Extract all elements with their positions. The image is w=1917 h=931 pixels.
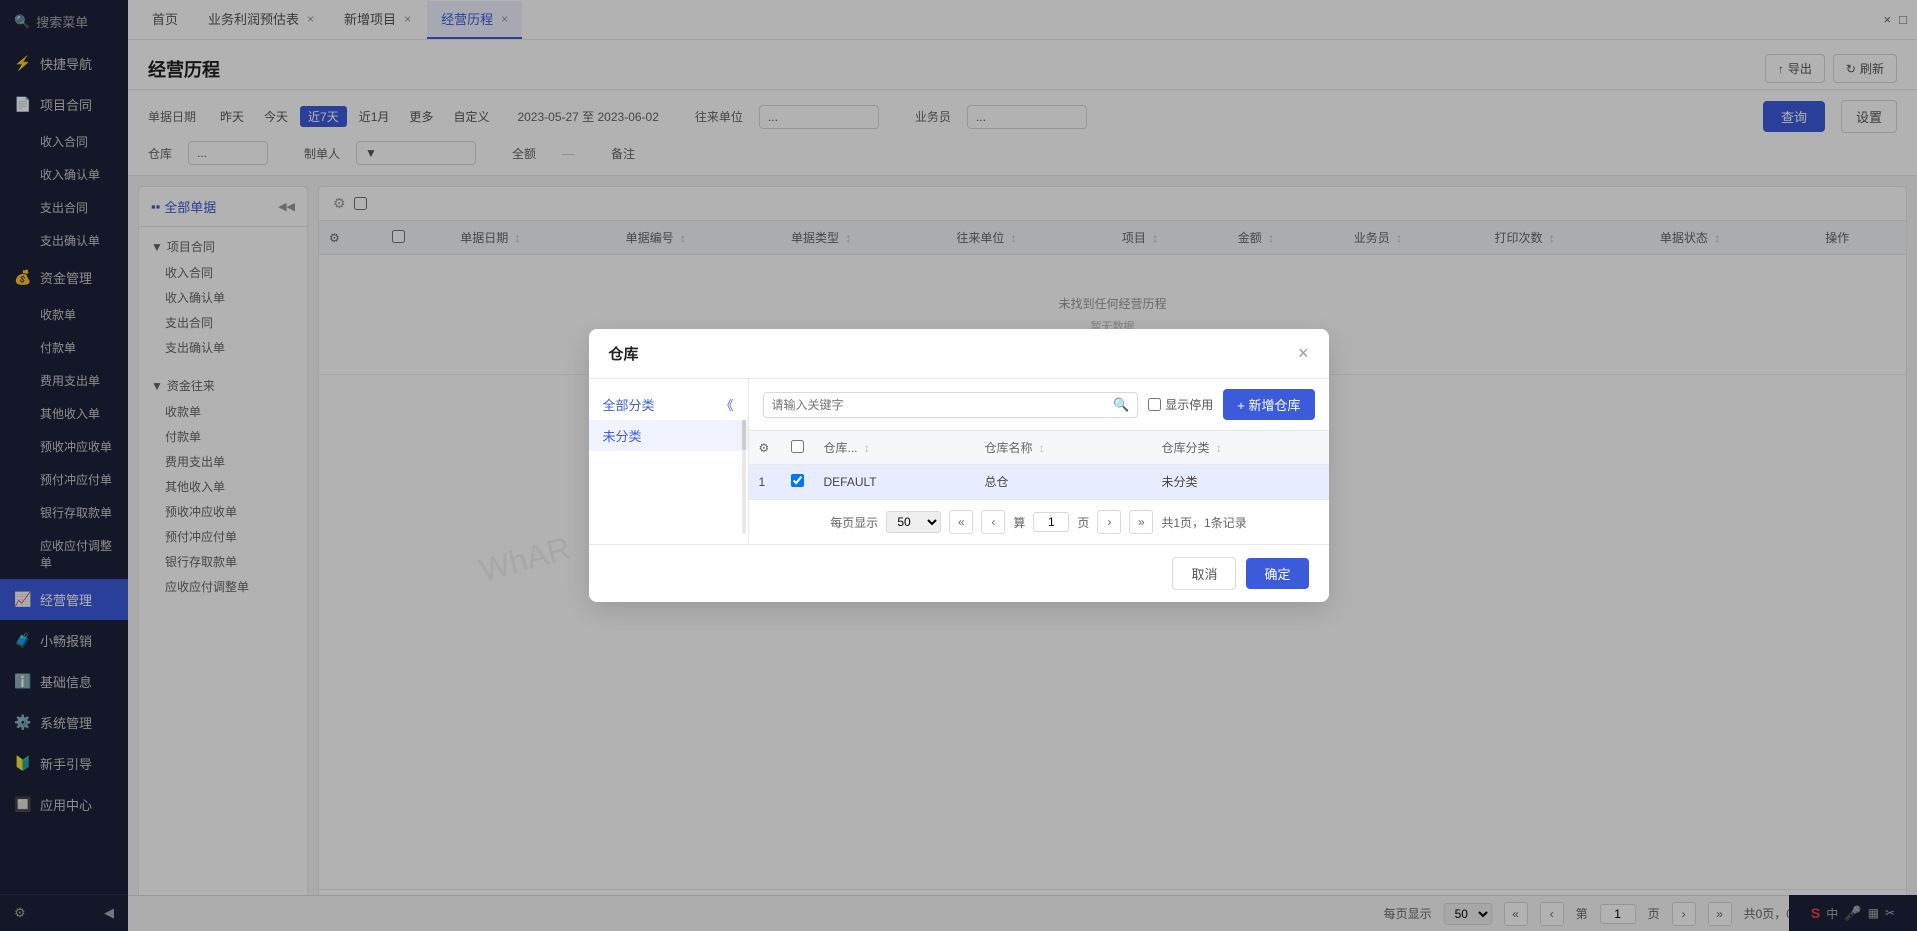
modal-first-btn[interactable]: « (949, 510, 973, 534)
modal-body: 全部分类 《 未分类 (589, 379, 1329, 544)
show-disabled-checkbox[interactable] (1148, 398, 1161, 411)
modal-footer: 取消 确定 (589, 544, 1329, 602)
row-seq: 1 (749, 465, 781, 499)
row-checkbox-cell (781, 465, 814, 499)
all-category-label: 全部分类 (603, 395, 655, 414)
add-warehouse-button[interactable]: + 新增仓库 (1223, 389, 1314, 420)
modal-category-header[interactable]: 全部分类 《 (589, 389, 748, 420)
modal-go-label: 算 (1013, 514, 1025, 531)
modal-overlay[interactable]: 仓库 × 全部分类 《 未分类 (0, 0, 1917, 931)
modal-page-input[interactable] (1033, 512, 1069, 532)
modal-table-head: ⚙ 仓库... ↕ 仓库名称 ↕ (749, 431, 1329, 465)
modal-search-icon: 🔍 (1113, 397, 1129, 413)
row-code: DEFAULT (814, 465, 975, 499)
modal-th-name: 仓库名称 ↕ (975, 431, 1152, 465)
category-label: 未分类 (603, 429, 642, 444)
modal-title: 仓库 (609, 343, 639, 364)
modal-th-settings: ⚙ (749, 431, 781, 465)
modal-total-label: 共1页，1条记录 (1161, 514, 1246, 531)
modal-right-panel: 🔍 显示停用 + 新增仓库 ⚙ (749, 379, 1329, 544)
show-disabled-text: 显示停用 (1165, 396, 1213, 413)
modal-th-category: 仓库分类 ↕ (1152, 431, 1329, 465)
row-name: 总仓 (975, 465, 1152, 499)
show-disabled-label[interactable]: 显示停用 (1148, 396, 1213, 413)
modal-prev-btn[interactable]: ‹ (981, 510, 1005, 534)
modal-left-panel: 全部分类 《 未分类 (589, 379, 749, 544)
modal-pagination: 每页显示 50 100 « ‹ 算 页 › » 共1页，1条记录 (749, 499, 1329, 544)
modal-toolbar: 🔍 显示停用 + 新增仓库 (749, 379, 1329, 431)
modal-search-input[interactable] (772, 398, 1114, 412)
modal-table-body: 1 DEFAULT 总仓 未分类 (749, 465, 1329, 499)
modal-page-label: 页 (1077, 514, 1089, 531)
modal-table: ⚙ 仓库... ↕ 仓库名称 ↕ (749, 431, 1329, 499)
left-scroll-thumb[interactable] (742, 420, 746, 450)
modal-page-size-select[interactable]: 50 100 (886, 511, 941, 533)
modal-per-page-label: 每页显示 (830, 514, 878, 531)
modal-th-code: 仓库... ↕ (814, 431, 975, 465)
cancel-button[interactable]: 取消 (1172, 557, 1236, 590)
modal-search-box[interactable]: 🔍 (763, 392, 1139, 418)
left-scroll-track (742, 420, 746, 534)
collapse-left-icon[interactable]: 《 (720, 395, 733, 414)
modal-header: 仓库 × (589, 329, 1329, 379)
table-row[interactable]: 1 DEFAULT 总仓 未分类 (749, 465, 1329, 499)
modal-category-unclassified[interactable]: 未分类 (589, 420, 748, 451)
confirm-button[interactable]: 确定 (1246, 558, 1308, 589)
row-checkbox[interactable] (791, 474, 804, 487)
modal-close-button[interactable]: × (1298, 343, 1309, 364)
modal-last-btn[interactable]: » (1129, 510, 1153, 534)
modal-th-checkbox (781, 431, 814, 465)
modal-next-btn[interactable]: › (1097, 510, 1121, 534)
warehouse-modal: 仓库 × 全部分类 《 未分类 (589, 329, 1329, 602)
modal-select-all[interactable] (791, 440, 804, 453)
modal-category-list: 未分类 (589, 420, 748, 534)
modal-table-wrap: ⚙ 仓库... ↕ 仓库名称 ↕ (749, 431, 1329, 499)
row-category: 未分类 (1152, 465, 1329, 499)
